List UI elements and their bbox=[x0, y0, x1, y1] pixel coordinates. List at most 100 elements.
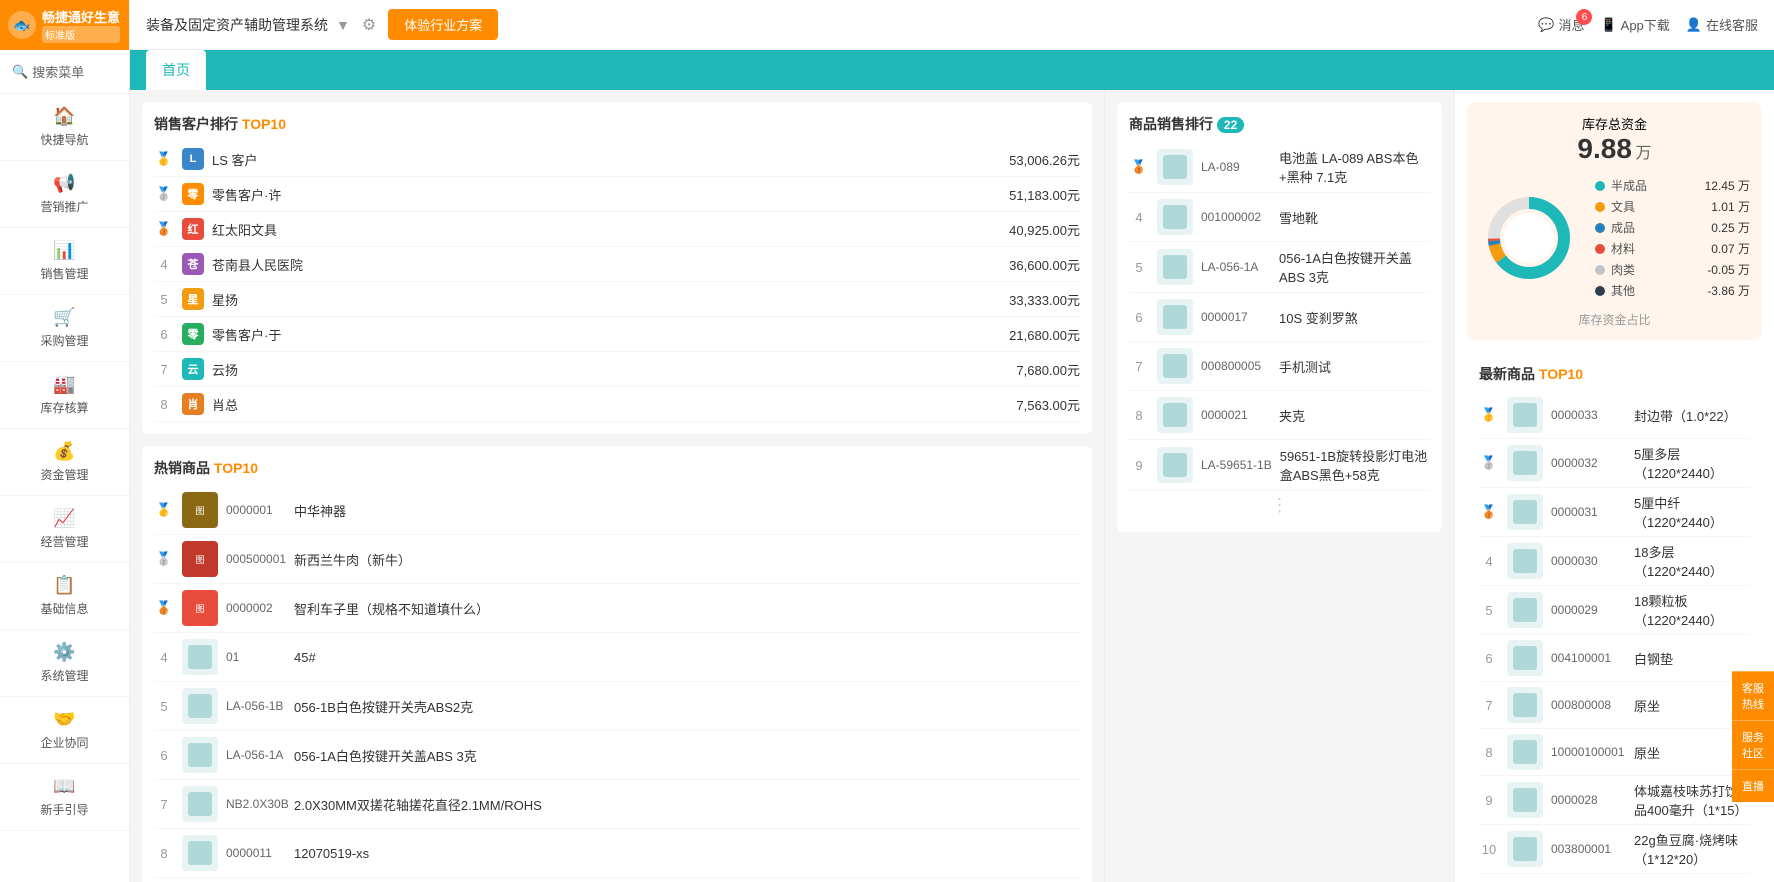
product-name: 056-1B白色按键开关壳ABS2克 bbox=[294, 697, 1080, 716]
trial-button[interactable]: 体验行业方案 bbox=[388, 9, 498, 40]
rank-num: 🥉 bbox=[154, 221, 174, 237]
product-image-placeholder bbox=[182, 786, 218, 822]
system-dropdown-icon[interactable]: ▼ bbox=[336, 17, 350, 33]
product-name: 白钢垫 bbox=[1634, 649, 1750, 668]
sidebar-item-marketing[interactable]: 📢 营销推广 bbox=[0, 161, 129, 228]
online-service-button[interactable]: 👤 在线客服 bbox=[1686, 15, 1758, 34]
sidebar-item-cooperation[interactable]: 🤝 企业协同 bbox=[0, 697, 129, 764]
product-image-placeholder bbox=[182, 639, 218, 675]
product-item: 🥉 图 0000002 智利车子里（规格不知道填什么） bbox=[154, 584, 1080, 633]
sidebar-search[interactable]: 🔍 搜索菜单 bbox=[0, 50, 129, 94]
ranking-item: 🥉 红 红太阳文具 40,925.00元 bbox=[154, 212, 1080, 247]
operations-icon: 📈 bbox=[53, 508, 75, 529]
product-image: 图 bbox=[182, 492, 218, 528]
legend-item-semicompleted: 半成品 12.45 万 bbox=[1595, 177, 1750, 194]
product-item: 🥇 图 0000001 中华神器 bbox=[154, 486, 1080, 535]
rank-trophy: 🥇 bbox=[1479, 407, 1499, 423]
scroll-indicator: ⋮ bbox=[1129, 491, 1430, 520]
product-code: 004100001 bbox=[1551, 651, 1626, 665]
customer-service-button[interactable]: 客服热线 bbox=[1732, 671, 1774, 720]
topbar: 装备及固定资产辅助管理系统 ▼ ⚙ 体验行业方案 💬 消息 6 📱 App下载 … bbox=[130, 0, 1774, 50]
legend-item-meat: 肉类 -0.05 万 bbox=[1595, 261, 1750, 278]
sale-amount: 36,600.00元 bbox=[1009, 255, 1080, 274]
community-button[interactable]: 服务社区 bbox=[1732, 720, 1774, 769]
phone-icon: 📱 bbox=[1600, 17, 1616, 33]
product-code: LA-089 bbox=[1201, 160, 1271, 174]
product-image: 图 bbox=[182, 590, 218, 626]
product-name: 18颗粒板（1220*2440） bbox=[1634, 591, 1750, 629]
sidebar-logo: 🐟 畅捷通好生意 标准版 bbox=[0, 0, 129, 50]
legend-dot bbox=[1595, 223, 1605, 233]
sale-amount: 21,680.00元 bbox=[1009, 325, 1080, 344]
product-name: 封边带（1.0*22） bbox=[1634, 406, 1750, 425]
rank-num: 4 bbox=[154, 257, 174, 272]
tab-home[interactable]: 首页 bbox=[146, 50, 206, 90]
purchase-icon: 🛒 bbox=[53, 307, 75, 328]
nav-tabs: 首页 bbox=[130, 50, 1774, 90]
rank-num: 7 bbox=[154, 362, 174, 377]
product-name: 电池盖 LA-089 ABS本色+黑种 7.1克 bbox=[1279, 148, 1430, 186]
system-selector[interactable]: 装备及固定资产辅助管理系统 ▼ bbox=[146, 15, 350, 35]
sidebar-item-sales[interactable]: 📊 销售管理 bbox=[0, 228, 129, 295]
product-item: 🥈 图 000500001 新西兰牛肉（新牛） bbox=[154, 535, 1080, 584]
main-area: 装备及固定资产辅助管理系统 ▼ ⚙ 体验行业方案 💬 消息 6 📱 App下载 … bbox=[130, 0, 1774, 882]
product-code: 000800005 bbox=[1201, 359, 1271, 373]
customer-name: 零售客户·于 bbox=[212, 325, 1001, 344]
product-item: 5 LA-056-1B 056-1B白色按键开关壳ABS2克 bbox=[154, 682, 1080, 731]
product-image-placeholder bbox=[1507, 640, 1543, 676]
product-image-placeholder bbox=[1507, 782, 1543, 818]
customer-name: LS 客户 bbox=[212, 150, 1001, 169]
product-sales-item: 9 LA-59651-1B 59651-1B旋转投影灯电池盒ABS黑色+58克 bbox=[1129, 440, 1430, 491]
rank-trophy: 🥉 bbox=[1129, 159, 1149, 175]
product-code: LA-056-1A bbox=[1201, 260, 1271, 274]
app-download-button[interactable]: 📱 App下载 bbox=[1600, 15, 1669, 34]
guide-icon: 📖 bbox=[53, 776, 75, 797]
search-menu-button[interactable]: 🔍 搜索菜单 bbox=[8, 58, 121, 85]
product-code: 000500001 bbox=[226, 552, 286, 566]
newest-products-section: 最新商品 TOP10 🥇 0000033 封边带（1.0*22） 🥈 00000… bbox=[1467, 352, 1762, 882]
sale-amount: 53,006.26元 bbox=[1009, 150, 1080, 169]
donut-legend: 半成品 12.45 万 文具 1.01 万 成品 0.25 万 bbox=[1595, 177, 1750, 299]
legend-dot bbox=[1595, 286, 1605, 296]
product-sales-title: 商品销售排行 22 bbox=[1129, 114, 1244, 134]
sidebar-item-basics[interactable]: 📋 基础信息 bbox=[0, 563, 129, 630]
rank-num: 5 bbox=[1479, 603, 1499, 618]
product-image-placeholder bbox=[1507, 494, 1543, 530]
sidebar-item-guide[interactable]: 📖 新手引导 bbox=[0, 764, 129, 831]
product-image-placeholder bbox=[1507, 831, 1543, 867]
sale-amount: 7,680.00元 bbox=[1016, 360, 1080, 379]
sidebar-item-finance[interactable]: 💰 资金管理 bbox=[0, 429, 129, 496]
customer-name: 苍南县人民医院 bbox=[212, 255, 1001, 274]
middle-panel: 商品销售排行 22 🥉 LA-089 电池盖 LA-089 ABS本色+黑种 7… bbox=[1104, 90, 1454, 882]
sidebar-item-inventory[interactable]: 🏭 库存核算 bbox=[0, 362, 129, 429]
inventory-total: 库存总资金 9.88 万 bbox=[1479, 114, 1750, 165]
inventory-value: 9.88 bbox=[1577, 133, 1632, 164]
rank-trophy: 🥉 bbox=[1479, 504, 1499, 520]
product-code: 01 bbox=[226, 650, 286, 664]
legend-item-stationery: 文具 1.01 万 bbox=[1595, 198, 1750, 215]
customer-tag: 零 bbox=[182, 183, 204, 205]
inventory-section: 库存总资金 9.88 万 bbox=[1467, 102, 1762, 340]
sidebar-item-operations[interactable]: 📈 经营管理 bbox=[0, 496, 129, 563]
rank-trophy: 🥉 bbox=[154, 600, 174, 616]
sidebar-item-nav[interactable]: 🏠 快捷导航 bbox=[0, 94, 129, 161]
customer-tag: 苍 bbox=[182, 253, 204, 275]
ranking-item: 🥈 零 零售客户·许 51,183.00元 bbox=[154, 177, 1080, 212]
hot-products-header: 热销商品 TOP10 bbox=[154, 458, 1080, 478]
product-code: 0000029 bbox=[1551, 603, 1626, 617]
sale-amount: 7,563.00元 bbox=[1016, 395, 1080, 414]
product-name: 18多层（1220*2440） bbox=[1634, 542, 1750, 580]
sidebar-item-system[interactable]: ⚙️ 系统管理 bbox=[0, 630, 129, 697]
messages-button[interactable]: 💬 消息 6 bbox=[1538, 15, 1584, 34]
rank-num: 7 bbox=[1129, 359, 1149, 374]
customer-name: 肖总 bbox=[212, 395, 1008, 414]
customer-tag: L bbox=[182, 148, 204, 170]
live-button[interactable]: 直播 bbox=[1732, 769, 1774, 802]
product-name: 056-1A白色按键开关盖ABS 3克 bbox=[294, 746, 1080, 765]
ranking-item: 8 肖 肖总 7,563.00元 bbox=[154, 387, 1080, 422]
message-icon: 💬 bbox=[1538, 17, 1554, 33]
product-image-placeholder bbox=[1507, 734, 1543, 770]
legend-dot bbox=[1595, 202, 1605, 212]
sidebar-item-purchase[interactable]: 🛒 采购管理 bbox=[0, 295, 129, 362]
settings-icon[interactable]: ⚙ bbox=[362, 15, 376, 35]
